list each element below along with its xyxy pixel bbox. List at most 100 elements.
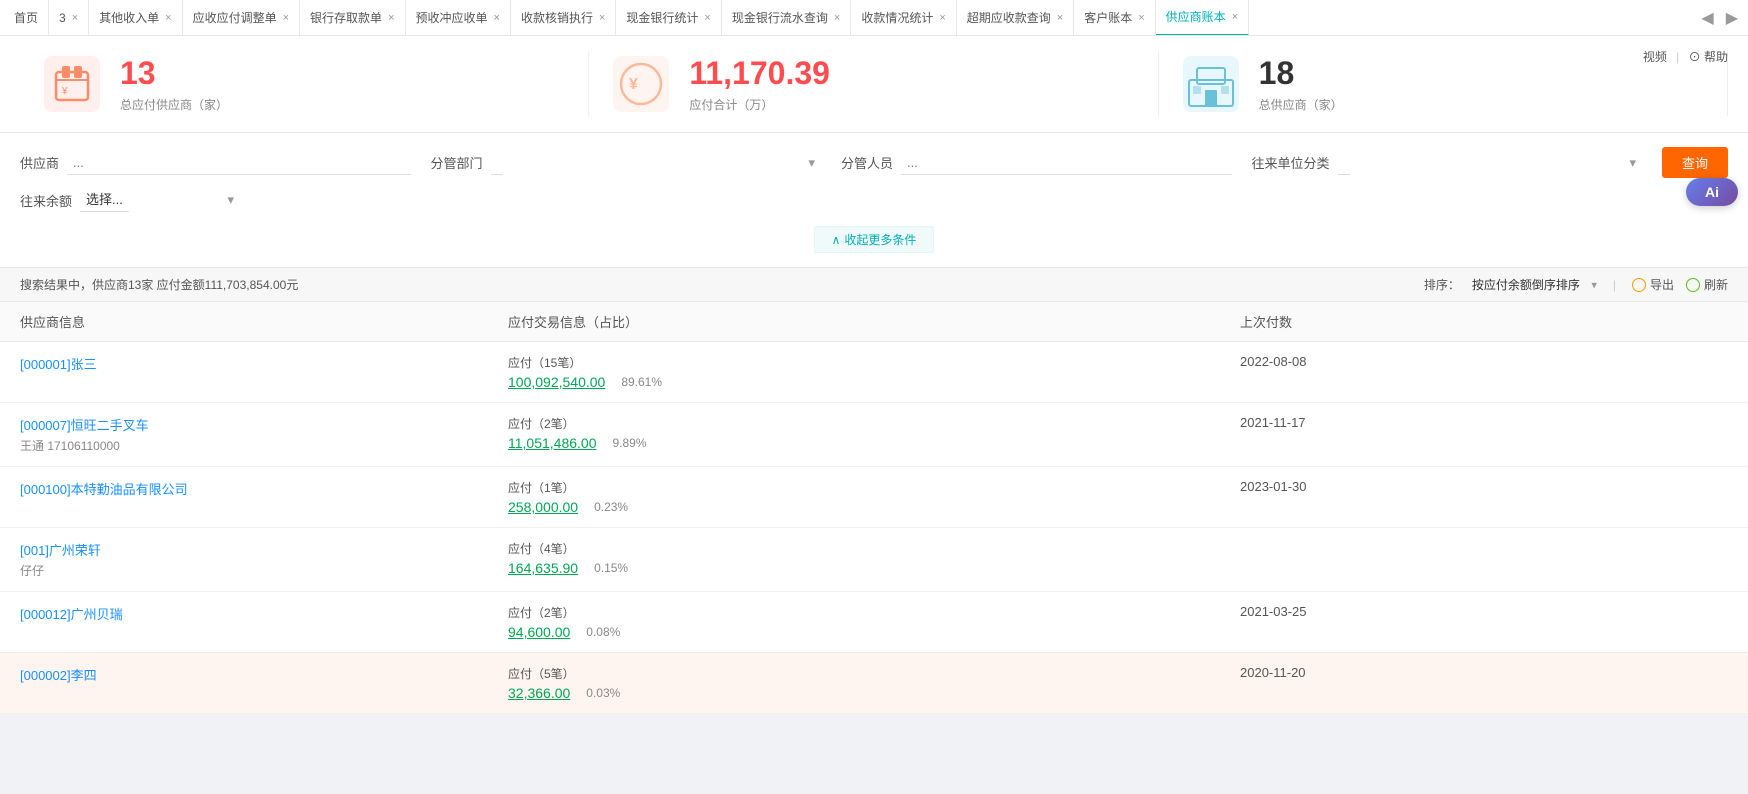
close-other-income[interactable]: × xyxy=(165,12,171,24)
refresh-icon xyxy=(1686,278,1700,292)
nav-tab-other-income[interactable]: 其他收入单 × xyxy=(89,0,182,36)
header-actions: 视频 | ⊙ 帮助 xyxy=(1643,48,1728,65)
close-tab-3[interactable]: × xyxy=(72,12,78,24)
person-filter-label: 分管人员 xyxy=(841,153,893,172)
lastpay-date-5: 2021-03-25 xyxy=(1240,604,1307,619)
stat-block-payable-total: ¥ 11,170.39 应付合计（万） xyxy=(589,52,1158,116)
nav-tab-receipt-verify[interactable]: 收款核销执行 × xyxy=(511,0,616,36)
balance-select-wrap: 选择... xyxy=(80,188,240,212)
trans-percent-6: 0.03% xyxy=(586,686,620,700)
col-header-supplier: 供应商信息 xyxy=(20,312,508,331)
trans-amount-link-2[interactable]: 11,051,486.00 xyxy=(508,435,597,451)
stat-content-payable-total: 11,170.39 应付合计（万） xyxy=(689,55,830,113)
trans-amount-link-1[interactable]: 100,092,540.00 xyxy=(508,374,605,390)
trans-amount-row: 94,600.00 0.08% xyxy=(508,624,1240,640)
table-row[interactable]: [000012]广州贝瑞 应付（2笔） 94,600.00 0.08% 2021… xyxy=(0,592,1748,653)
lastpay-date-1: 2022-08-08 xyxy=(1240,354,1307,369)
actions-divider1: | xyxy=(1613,278,1616,292)
result-text: 搜索结果中，供应商13家 应付金额111,703,854.00元 xyxy=(20,276,1424,293)
nav-arrows: ◀ ▶ xyxy=(1695,8,1744,28)
nav-tab-cash-bank-stats[interactable]: 现金银行统计 × xyxy=(616,0,721,36)
trans-label-5: 应付（2笔） xyxy=(508,604,1240,621)
transaction-cell-3: 应付（1笔） 258,000.00 0.23% xyxy=(508,479,1240,515)
nav-tab-cash-bank-flow[interactable]: 现金银行流水查询 × xyxy=(722,0,851,36)
supplier-filter-label: 供应商 xyxy=(20,153,59,172)
supplier-link-6[interactable]: [000002]李四 xyxy=(20,668,97,683)
table-row[interactable]: [001]广州荣轩 仔仔 应付（4笔） 164,635.90 0.15% xyxy=(0,528,1748,592)
actions-divider: | xyxy=(1676,50,1679,64)
table-row[interactable]: [000007]恒旺二手叉车 王通 17106110000 应付（2笔） 11,… xyxy=(0,403,1748,467)
ai-button[interactable]: Ai xyxy=(1686,178,1738,206)
close-cash-bank-flow[interactable]: × xyxy=(834,12,840,24)
collapse-button[interactable]: ∧ 收起更多条件 xyxy=(814,226,934,253)
top-nav: 首页 3 × 其他收入单 × 应收应付调整单 × 银行存取款单 × 预收冲应收单… xyxy=(0,0,1748,36)
transaction-cell-1: 应付（15笔） 100,092,540.00 89.61% xyxy=(508,354,1240,390)
close-prepay-ar[interactable]: × xyxy=(494,12,500,24)
dept-filter-label: 分管部门 xyxy=(431,153,483,172)
query-button[interactable]: 查询 xyxy=(1662,147,1728,178)
sort-select[interactable]: 按应付余额倒序排序 xyxy=(1472,278,1597,292)
stat-content-payable-suppliers: 13 总应付供应商（家） xyxy=(120,55,228,113)
total-suppliers-number: 18 xyxy=(1259,55,1343,92)
close-overdue-ar[interactable]: × xyxy=(1057,12,1063,24)
trans-amount-link-6[interactable]: 32,366.00 xyxy=(508,685,570,701)
close-cash-bank-stats[interactable]: × xyxy=(704,12,710,24)
nav-tab-receipt-stats[interactable]: 收款情况统计 × xyxy=(851,0,956,36)
lastpay-cell-2: 2021-11-17 xyxy=(1240,415,1728,430)
nav-prev-arrow[interactable]: ◀ xyxy=(1695,8,1719,28)
nav-next-arrow[interactable]: ▶ xyxy=(1720,8,1744,28)
refresh-button[interactable]: 刷新 xyxy=(1686,276,1728,293)
table-row[interactable]: [000100]本特勤油品有限公司 应付（1笔） 258,000.00 0.23… xyxy=(0,467,1748,528)
trans-amount-link-4[interactable]: 164,635.90 xyxy=(508,560,578,576)
trans-amount-link-5[interactable]: 94,600.00 xyxy=(508,624,570,640)
trans-amount-row: 11,051,486.00 9.89% xyxy=(508,435,1240,451)
nav-tab-3[interactable]: 3 × xyxy=(49,0,89,36)
supplier-link-1[interactable]: [000001]张三 xyxy=(20,357,97,372)
export-button[interactable]: 导出 xyxy=(1632,276,1674,293)
header-stats: ¥ 13 总应付供应商（家） ¥ 11,170.39 应付合计（万） xyxy=(0,36,1748,133)
balance-select[interactable]: 选择... xyxy=(80,188,129,212)
trans-label-6: 应付（5笔） xyxy=(508,665,1240,682)
trans-amount-row: 100,092,540.00 89.61% xyxy=(508,374,1240,390)
help-label[interactable]: 帮助 xyxy=(1704,50,1728,64)
nav-tab-prepay-ar[interactable]: 预收冲应收单 × xyxy=(406,0,511,36)
close-bank-deposit[interactable]: × xyxy=(388,12,394,24)
video-link[interactable]: 视频 xyxy=(1643,50,1667,64)
supplier-link-4[interactable]: [001]广州荣轩 xyxy=(20,543,101,558)
person-filter-input[interactable] xyxy=(901,151,1231,175)
transaction-cell-2: 应付（2笔） 11,051,486.00 9.89% xyxy=(508,415,1240,451)
supplier-filter-input[interactable] xyxy=(67,151,410,175)
lastpay-cell-5: 2021-03-25 xyxy=(1240,604,1728,619)
total-supplier-icon xyxy=(1179,52,1243,116)
nav-tab-ar-ap-adjust[interactable]: 应收应付调整单 × xyxy=(183,0,300,36)
lastpay-date-6: 2020-11-20 xyxy=(1240,665,1306,680)
supplier-link-5[interactable]: [000012]广州贝瑞 xyxy=(20,607,123,622)
table-row[interactable]: [000001]张三 应付（15笔） 100,092,540.00 89.61%… xyxy=(0,342,1748,403)
close-receipt-stats[interactable]: × xyxy=(939,12,945,24)
nav-tab-bank-deposit[interactable]: 银行存取款单 × xyxy=(300,0,405,36)
dept-select[interactable] xyxy=(491,151,503,175)
category-filter-label: 往来单位分类 xyxy=(1252,153,1330,172)
trans-label-1: 应付（15笔） xyxy=(508,354,1240,371)
close-receipt-verify[interactable]: × xyxy=(599,12,605,24)
nav-tab-home[interactable]: 首页 xyxy=(4,0,49,36)
supplier-cell-3: [000100]本特勤油品有限公司 xyxy=(20,479,508,498)
close-ar-ap-adjust[interactable]: × xyxy=(283,12,289,24)
supplier-link-2[interactable]: [000007]恒旺二手叉车 xyxy=(20,418,149,433)
help-link[interactable]: ⊙ xyxy=(1689,50,1704,64)
collapse-label: 收起更多条件 xyxy=(844,231,916,248)
stat-block-payable-suppliers: ¥ 13 总应付供应商（家） xyxy=(20,52,589,116)
nav-tab-overdue-ar[interactable]: 超期应收款查询 × xyxy=(957,0,1074,36)
export-label: 导出 xyxy=(1650,276,1674,293)
nav-tab-supplier-ledger[interactable]: 供应商账本 × xyxy=(1156,0,1249,36)
col-header-transaction: 应付交易信息（占比） xyxy=(508,312,1240,331)
close-supplier-ledger[interactable]: × xyxy=(1232,11,1238,23)
stat-content-total-suppliers: 18 总供应商（家） xyxy=(1259,55,1343,113)
trans-amount-link-3[interactable]: 258,000.00 xyxy=(508,499,578,515)
supplier-link-3[interactable]: [000100]本特勤油品有限公司 xyxy=(20,482,188,497)
table-row-highlighted[interactable]: [000002]李四 应付（5笔） 32,366.00 0.03% 2020-1… xyxy=(0,653,1748,714)
trans-percent-2: 9.89% xyxy=(613,436,647,450)
category-select[interactable] xyxy=(1338,151,1350,175)
nav-tab-customer-ledger[interactable]: 客户账本 × xyxy=(1074,0,1155,36)
close-customer-ledger[interactable]: × xyxy=(1138,12,1144,24)
